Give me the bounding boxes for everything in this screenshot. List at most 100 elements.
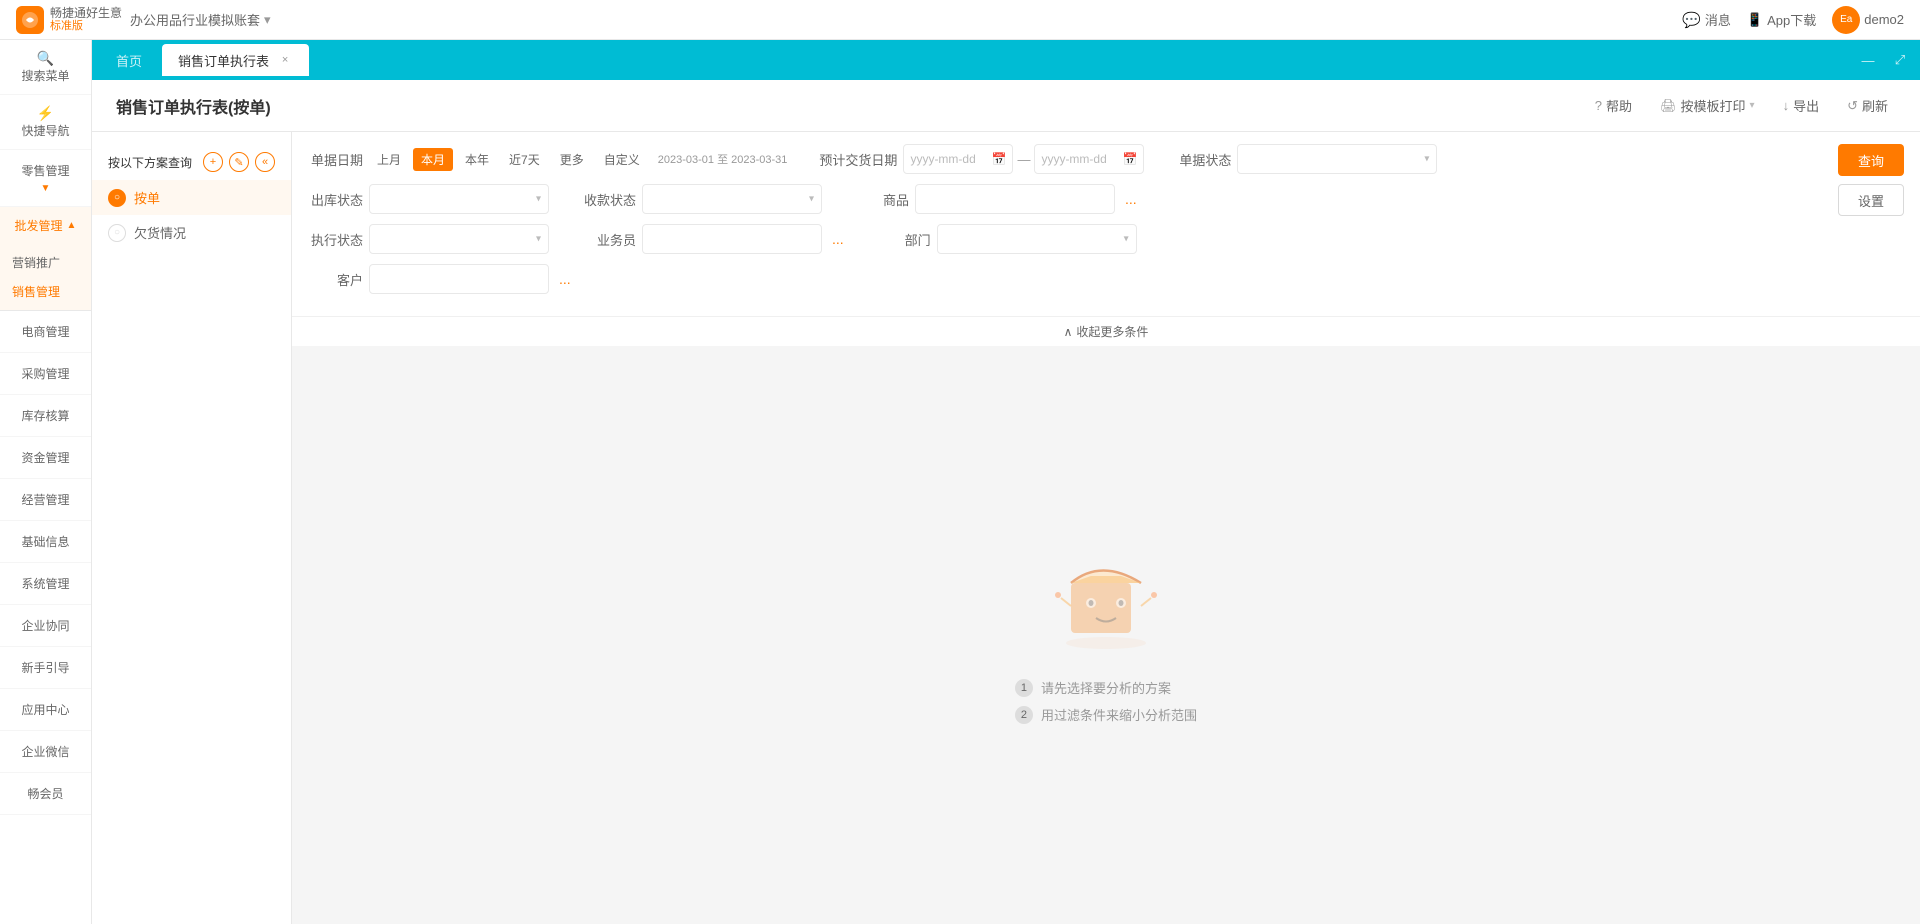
sidebar-item-retail[interactable]: 零售管理 ▼ <box>0 150 91 207</box>
page-body: 按以下方案查询 + ✎ « ○ 按单 ○ 欠货情况 <box>92 132 1920 924</box>
dept-group: 部门 <box>876 224 1137 254</box>
empty-steps: 1 请先选择要分析的方案 2 用过滤条件来缩小分析范围 <box>1015 678 1197 732</box>
sidebar-item-marketing[interactable]: 营销推广 <box>0 248 91 277</box>
top-bar-left: 畅捷通好生意 标准版 办公用品行业模拟账套 ▾ <box>16 6 271 34</box>
sidebar-item-search-menu[interactable]: 🔍 搜索菜单 <box>0 40 91 95</box>
date-tab-custom[interactable]: 自定义 <box>596 148 648 171</box>
date-label: 单据日期 <box>308 150 363 169</box>
date-filter-group: 单据日期 上月 本月 本年 近7天 更多 自定义 <box>308 148 787 171</box>
filter-row-4: 客户 ... <box>308 264 1826 294</box>
logo-area: 畅捷通好生意 标准版 <box>16 6 122 34</box>
date-start-input[interactable]: yyyy-mm-dd 📅 <box>903 144 1013 174</box>
sidebar-item-system[interactable]: 系统管理 <box>0 563 91 605</box>
sidebar: 🔍 搜索菜单 ⚡ 快捷导航 零售管理 ▼ 批发管理 ▲ 营销推广 销售管理 <box>0 40 92 924</box>
sidebar-item-newbie[interactable]: 新手引导 <box>0 647 91 689</box>
date-tab-more[interactable]: 更多 <box>552 148 592 171</box>
step-2-num: 2 <box>1015 706 1033 724</box>
dept-select[interactable] <box>937 224 1137 254</box>
scheme-by-order-icon: ○ <box>108 189 126 207</box>
scheme-edit-button[interactable]: ✎ <box>229 152 249 172</box>
date-tab-last-7-days[interactable]: 近7天 <box>501 148 548 171</box>
shipment-select-wrapper <box>369 184 549 214</box>
date-range-picker: yyyy-mm-dd 📅 — yyyy-mm-dd 📅 <box>903 144 1144 174</box>
user-profile[interactable]: Ea demo2 <box>1832 6 1904 34</box>
retail-chevron-icon: ▼ <box>41 183 51 194</box>
payment-status-label: 收款状态 <box>581 190 636 209</box>
sidebar-item-wholesale[interactable]: 批发管理 ▲ <box>0 207 91 244</box>
sidebar-item-member[interactable]: 畅会员 <box>0 773 91 815</box>
doc-status-label: 单据状态 <box>1176 150 1231 169</box>
export-button[interactable]: ↓ 导出 <box>1775 92 1828 119</box>
page-title: 销售订单执行表(按单) <box>116 94 271 118</box>
sidebar-item-basic[interactable]: 基础信息 <box>0 521 91 563</box>
empty-state: 1 请先选择要分析的方案 2 用过滤条件来缩小分析范围 <box>292 346 1920 924</box>
sidebar-item-inventory[interactable]: 库存核算 <box>0 395 91 437</box>
tab-bar-actions: — ⤢ <box>1856 48 1912 72</box>
sidebar-item-ecommerce[interactable]: 电商管理 <box>0 311 91 353</box>
scheme-item-by-debt[interactable]: ○ 欠货情况 <box>92 215 291 250</box>
shipment-status-select[interactable] <box>369 184 549 214</box>
header-actions: ? 帮助 🖨 按模板打印 ▾ ↓ 导出 ↺ 刷新 <box>1587 92 1896 119</box>
sidebar-item-operations[interactable]: 经营管理 <box>0 479 91 521</box>
date-range-text: 2023-03-01 至 2023-03-31 <box>658 151 788 167</box>
payment-status-select[interactable] <box>642 184 822 214</box>
expected-date-group: 预计交货日期 yyyy-mm-dd 📅 — <box>819 144 1144 174</box>
scheme-add-button[interactable]: + <box>203 152 223 172</box>
help-icon: ? <box>1595 98 1602 113</box>
calendar-end-icon: 📅 <box>1122 152 1137 166</box>
product-input[interactable] <box>915 184 1115 214</box>
collapse-bar[interactable]: ∧ 收起更多条件 <box>292 316 1920 346</box>
date-end-input[interactable]: yyyy-mm-dd 📅 <box>1034 144 1144 174</box>
tab-maximize-button[interactable]: ⤢ <box>1888 48 1912 72</box>
page-inner: 销售订单执行表(按单) ? 帮助 🖨 按模板打印 ▾ ↓ 导出 <box>92 80 1920 924</box>
exec-status-group: 执行状态 <box>308 224 549 254</box>
tab-close-icon[interactable]: × <box>277 52 293 68</box>
salesperson-dots-button[interactable]: ... <box>832 231 844 247</box>
scheme-by-debt-icon: ○ <box>108 224 126 242</box>
search-button[interactable]: 查询 <box>1838 144 1904 176</box>
scheme-panel: 按以下方案查询 + ✎ « ○ 按单 ○ 欠货情况 <box>92 132 292 924</box>
customer-dots-button[interactable]: ... <box>559 271 571 287</box>
empty-step-2: 2 用过滤条件来缩小分析范围 <box>1015 705 1197 724</box>
date-tabs: 上月 本月 本年 近7天 更多 自定义 <box>369 148 648 171</box>
app-download-button[interactable]: 📱 App下载 <box>1747 10 1816 29</box>
help-button[interactable]: ? 帮助 <box>1587 92 1640 119</box>
sidebar-item-quick-nav[interactable]: ⚡ 快捷导航 <box>0 95 91 150</box>
sidebar-item-apps[interactable]: 应用中心 <box>0 689 91 731</box>
sidebar-item-wechat[interactable]: 企业微信 <box>0 731 91 773</box>
sidebar-item-purchase[interactable]: 采购管理 <box>0 353 91 395</box>
export-icon: ↓ <box>1783 98 1790 113</box>
refresh-button[interactable]: ↺ 刷新 <box>1839 92 1896 119</box>
scheme-header-actions: + ✎ « <box>203 152 275 172</box>
date-tab-last-month[interactable]: 上月 <box>369 148 409 171</box>
scheme-item-by-order[interactable]: ○ 按单 <box>92 180 291 215</box>
product-dots-button[interactable]: ... <box>1125 191 1137 207</box>
tab-bar: 首页 销售订单执行表 × — ⤢ <box>92 40 1920 80</box>
salesperson-input[interactable] <box>642 224 822 254</box>
date-tab-current-month[interactable]: 本月 <box>413 148 453 171</box>
print-icon: 🖨 <box>1660 98 1677 114</box>
logo-icon <box>16 6 44 34</box>
tab-sales-order[interactable]: 销售订单执行表 × <box>162 44 309 76</box>
scheme-collapse-button[interactable]: « <box>255 152 275 172</box>
sidebar-section-wholesale: 批发管理 ▲ 营销推广 销售管理 <box>0 207 91 311</box>
exec-status-select[interactable] <box>369 224 549 254</box>
top-bar-right: 💬 消息 📱 App下载 Ea demo2 <box>1682 6 1904 34</box>
message-button[interactable]: 💬 消息 <box>1682 10 1731 29</box>
customer-input[interactable] <box>369 264 549 294</box>
tab-home[interactable]: 首页 <box>100 44 158 76</box>
print-button[interactable]: 🖨 按模板打印 ▾ <box>1652 92 1763 119</box>
filter-main-row: 单据日期 上月 本月 本年 近7天 更多 自定义 <box>308 144 1904 304</box>
date-tab-current-year[interactable]: 本年 <box>457 148 497 171</box>
step-1-num: 1 <box>1015 679 1033 697</box>
breadcrumb: 办公用品行业模拟账套 ▾ <box>130 10 271 29</box>
doc-status-select[interactable] <box>1237 144 1437 174</box>
tab-minimize-button[interactable]: — <box>1856 48 1880 72</box>
settings-button[interactable]: 设置 <box>1838 184 1904 216</box>
date-separator: — <box>1017 152 1030 167</box>
sidebar-item-sales[interactable]: 销售管理 <box>0 277 91 306</box>
collapse-chevron-icon: ∧ <box>1064 325 1073 339</box>
sidebar-item-finance[interactable]: 资金管理 <box>0 437 91 479</box>
main-layout: 🔍 搜索菜单 ⚡ 快捷导航 零售管理 ▼ 批发管理 ▲ 营销推广 销售管理 <box>0 40 1920 924</box>
sidebar-item-enterprise[interactable]: 企业协同 <box>0 605 91 647</box>
